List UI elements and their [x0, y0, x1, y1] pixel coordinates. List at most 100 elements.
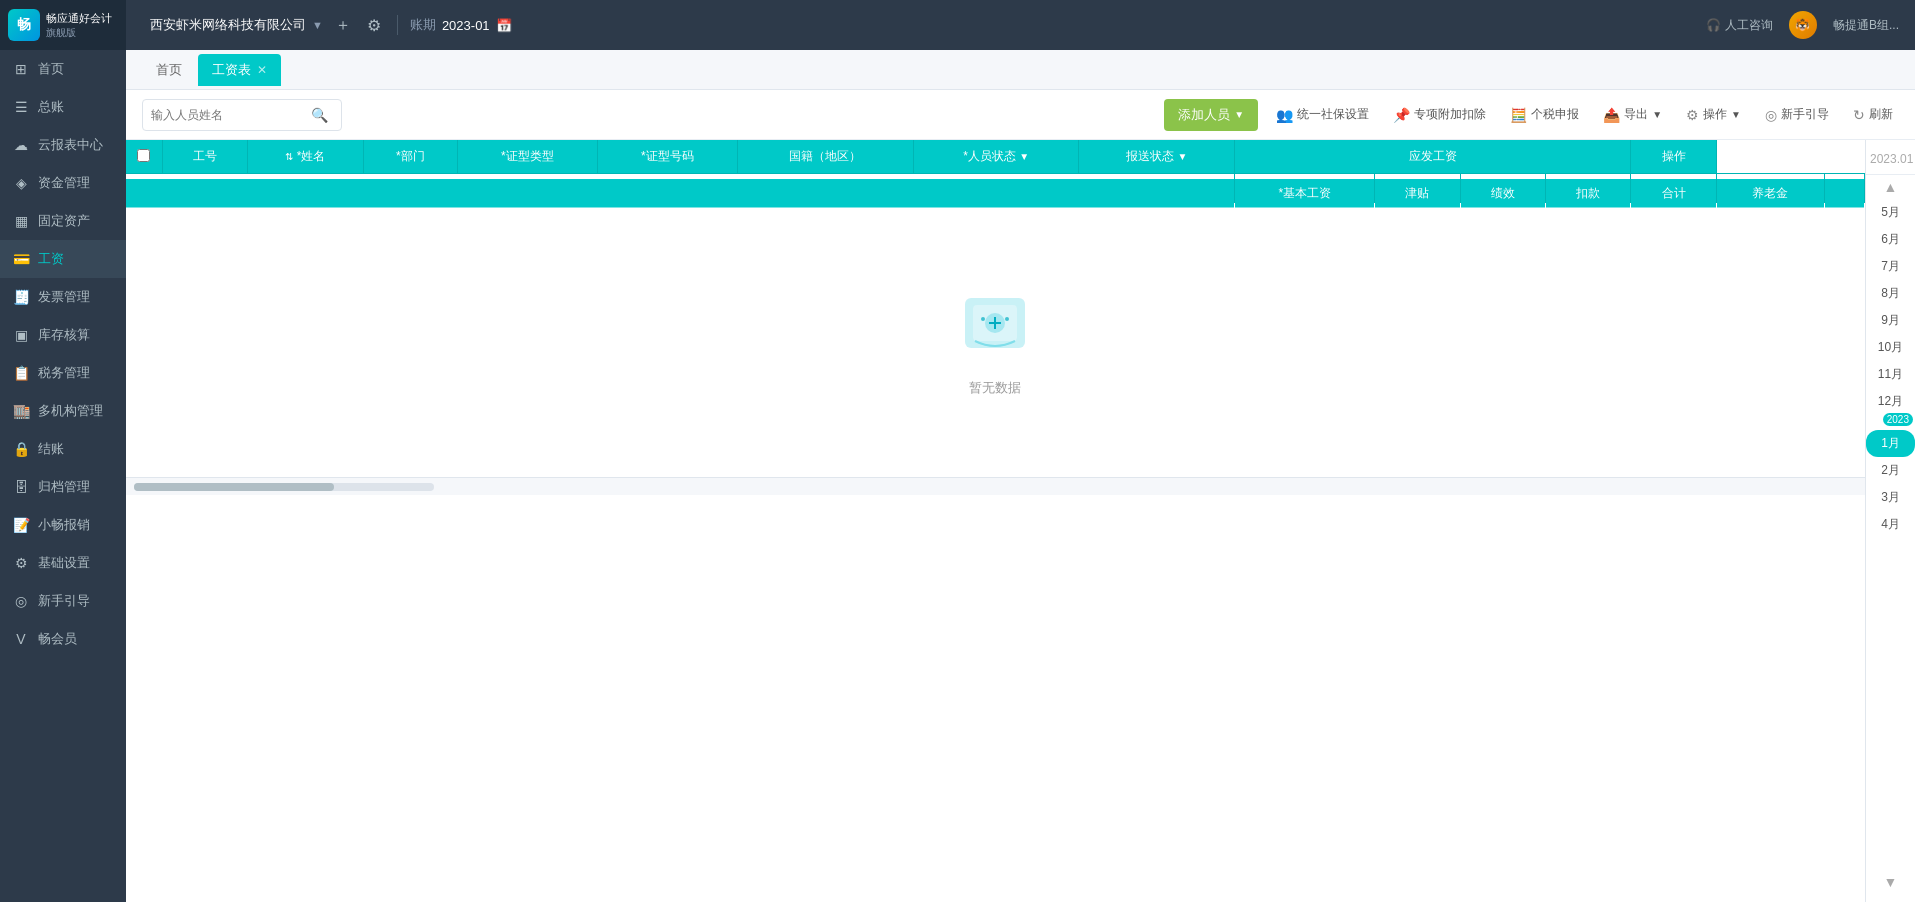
month-item-1[interactable]: 1月	[1866, 430, 1915, 457]
month-item-6[interactable]: 6月	[1866, 226, 1915, 253]
guide-action-icon: ◎	[1765, 107, 1777, 123]
scroll-up-btn[interactable]: ▲	[1880, 175, 1902, 199]
sidebar-item-settings[interactable]: ⚙ 基础设置	[0, 544, 126, 582]
th-name[interactable]: ⇅ *姓名	[247, 140, 363, 174]
personal-tax-icon: 🧮	[1510, 107, 1527, 123]
th-id-no: *证型号码	[597, 140, 737, 174]
status-filter-icon: ▼	[1019, 151, 1029, 162]
sidebar-item-inventory[interactable]: ▣ 库存核算	[0, 316, 126, 354]
avatar: 🐯	[1789, 11, 1817, 39]
right-panel: 2023.01 ▲ 5月 6月 7月 8月 9月 10月	[1865, 140, 1915, 902]
sidebar-item-guide-label: 新手引导	[38, 592, 90, 610]
month-item-5[interactable]: 5月	[1866, 199, 1915, 226]
sidebar-item-guide[interactable]: ◎ 新手引导	[0, 582, 126, 620]
th-id: 工号	[162, 140, 247, 174]
month-item-10[interactable]: 10月	[1866, 334, 1915, 361]
export-label: 导出	[1624, 106, 1648, 123]
archive-icon: 🗄	[12, 478, 30, 496]
sidebar-item-salary[interactable]: 💳 工资	[0, 240, 126, 278]
sidebar-item-invoice[interactable]: 🧾 发票管理	[0, 278, 126, 316]
expense-icon: 📝	[12, 516, 30, 534]
sidebar-item-fund[interactable]: ◈ 资金管理	[0, 164, 126, 202]
sidebar-item-expense[interactable]: 📝 小畅报销	[0, 506, 126, 544]
company-name: 西安虾米网络科技有限公司	[150, 16, 306, 34]
sidebar-item-close[interactable]: 🔒 结账	[0, 430, 126, 468]
export-arrow-icon: ▼	[1652, 109, 1662, 120]
guide-icon: ◎	[12, 592, 30, 610]
topbar-right: 🎧 人工咨询 🐯 畅提通B组...	[1706, 11, 1899, 39]
month-item-2[interactable]: 2月	[1866, 457, 1915, 484]
horizontal-scrollbar[interactable]	[134, 483, 434, 491]
fixed-assets-icon: ▦	[12, 212, 30, 230]
inventory-icon: ▣	[12, 326, 30, 344]
add-person-arrow-icon: ▼	[1234, 109, 1244, 120]
th-pension: 养老金	[1716, 178, 1824, 208]
social-security-btn[interactable]: 👥 统一社保设置	[1270, 102, 1375, 127]
month-item-11[interactable]: 11月	[1866, 361, 1915, 388]
month-item-9[interactable]: 9月	[1866, 307, 1915, 334]
th-sub-spacer	[126, 178, 1235, 208]
sidebar-item-tax[interactable]: 📋 税务管理	[0, 354, 126, 392]
sidebar-item-fixed-assets[interactable]: ▦ 固定资产	[0, 202, 126, 240]
sidebar-item-home[interactable]: ⊞ 首页	[0, 50, 126, 88]
tab-close-icon[interactable]: ✕	[257, 63, 267, 77]
tax-icon: 📋	[12, 364, 30, 382]
th-deduct: 扣款	[1546, 178, 1631, 208]
tab-bar: 首页 工资表 ✕	[126, 50, 1915, 90]
sidebar-item-assets-label: 固定资产	[38, 212, 90, 230]
sidebar-item-fund-label: 资金管理	[38, 174, 90, 192]
month-item-12[interactable]: 12月	[1866, 388, 1915, 415]
month-item-3[interactable]: 3月	[1866, 484, 1915, 511]
month-item-8[interactable]: 8月	[1866, 280, 1915, 307]
th-report-status[interactable]: 报送状态 ▼	[1079, 140, 1235, 174]
company-selector[interactable]: 西安虾米网络科技有限公司 ▼	[142, 12, 331, 38]
sidebar-item-cloud-report[interactable]: ☁ 云报表中心	[0, 126, 126, 164]
refresh-btn[interactable]: ↻ 刷新	[1847, 102, 1899, 127]
sidebar-item-member[interactable]: V 畅会员	[0, 620, 126, 658]
empty-icon	[945, 283, 1045, 363]
guide-btn[interactable]: ◎ 新手引导	[1759, 102, 1835, 127]
personal-tax-btn[interactable]: 🧮 个税申报	[1504, 102, 1585, 127]
sidebar-item-ledger[interactable]: ☰ 总账	[0, 88, 126, 126]
th-operation: 操作	[1631, 140, 1716, 174]
th-status[interactable]: *人员状态 ▼	[914, 140, 1079, 174]
add-company-btn[interactable]: ＋	[331, 11, 355, 40]
operations-btn[interactable]: ⚙ 操作 ▼	[1680, 102, 1747, 127]
special-deduction-btn[interactable]: 📌 专项附加扣除	[1387, 102, 1492, 127]
operations-label: 操作	[1703, 106, 1727, 123]
th-total: 合计	[1631, 178, 1716, 208]
calendar-icon[interactable]: 📅	[496, 18, 512, 33]
data-table: 工号 ⇅ *姓名 *部门 *证型类型 *证型号码	[126, 140, 1865, 477]
empty-state: 暂无数据	[126, 203, 1865, 477]
month-item-4[interactable]: 4月	[1866, 511, 1915, 538]
month-item-7[interactable]: 7月	[1866, 253, 1915, 280]
th-salary-group: 应发工资	[1235, 140, 1631, 174]
topbar-actions: ＋ ⚙	[331, 11, 385, 40]
sidebar-item-archive[interactable]: 🗄 归档管理	[0, 468, 126, 506]
personal-tax-label: 个税申报	[1531, 106, 1579, 123]
settings-icon: ⚙	[12, 554, 30, 572]
tab-salary-table[interactable]: 工资表 ✕	[198, 54, 281, 86]
search-box[interactable]: 🔍	[142, 99, 342, 131]
th-checkbox[interactable]	[126, 140, 162, 174]
right-panel-period: 2023.01	[1866, 148, 1915, 175]
export-btn[interactable]: 📤 导出 ▼	[1597, 102, 1668, 127]
add-person-button[interactable]: 添加人员 ▼	[1164, 99, 1258, 131]
settings-company-btn[interactable]: ⚙	[363, 12, 385, 39]
tab-home-label: 首页	[156, 61, 182, 79]
table-header-row: 工号 ⇅ *姓名 *部门 *证型类型 *证型号码	[126, 140, 1865, 174]
sidebar-item-inventory-label: 库存核算	[38, 326, 90, 344]
sidebar-item-salary-label: 工资	[38, 250, 64, 268]
empty-row: 暂无数据	[126, 203, 1865, 477]
topbar: 西安虾米网络科技有限公司 ▼ ＋ ⚙ 账期 2023-01 📅 🎧 人工咨询 🐯…	[126, 0, 1915, 50]
sidebar-item-multi-org[interactable]: 🏬 多机构管理	[0, 392, 126, 430]
sidebar-item-tax-label: 税务管理	[38, 364, 90, 382]
search-input[interactable]	[151, 108, 311, 122]
tab-home[interactable]: 首页	[142, 54, 196, 86]
select-all-checkbox[interactable]	[137, 149, 150, 162]
operations-arrow-icon: ▼	[1731, 109, 1741, 120]
service-btn[interactable]: 🎧 人工咨询	[1706, 17, 1773, 34]
month-list: 5月 6月 7月 8月 9月 10月 11月	[1866, 199, 1915, 870]
scroll-down-btn[interactable]: ▼	[1880, 870, 1902, 894]
th-dept: *部门	[363, 140, 457, 174]
